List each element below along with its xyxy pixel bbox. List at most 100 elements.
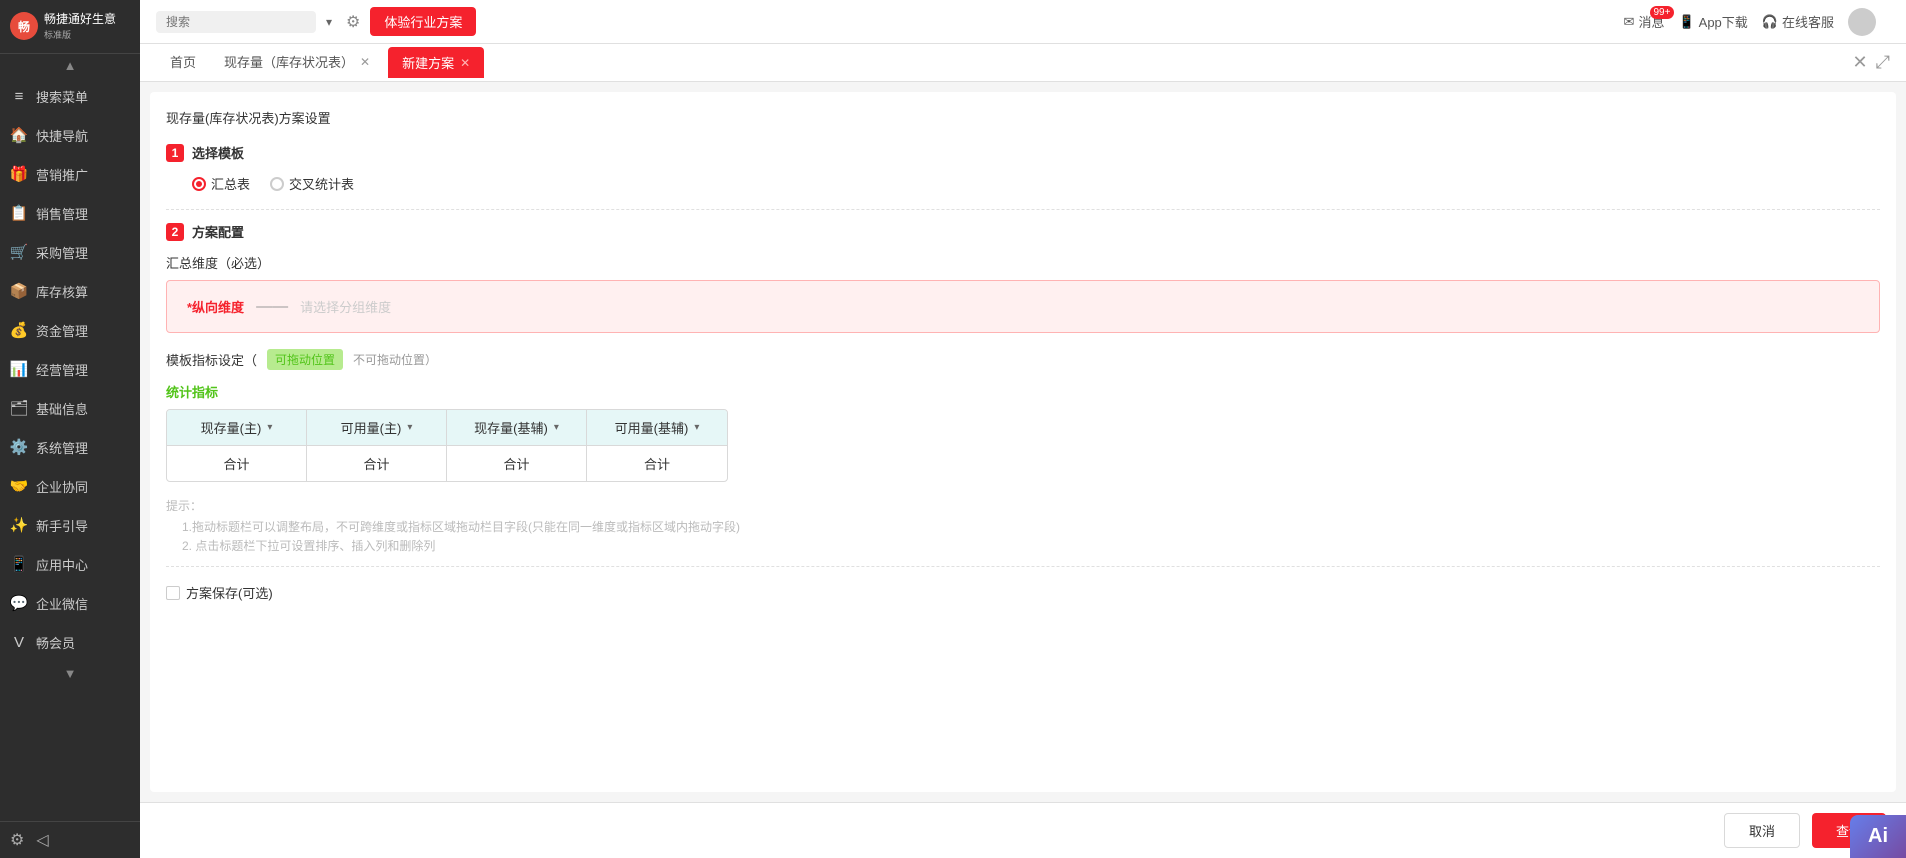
sidebar-item-sales[interactable]: 📋 销售管理 <box>0 194 140 233</box>
sidebar-item-marketing[interactable]: 🎁 营销推广 <box>0 155 140 194</box>
speaker-icon[interactable]: ◁ <box>36 830 48 850</box>
search-menu-icon: ≡ <box>10 87 28 105</box>
trial-button[interactable]: 体验行业方案 <box>370 7 476 36</box>
sys-admin-icon: ⚙️ <box>10 438 28 456</box>
operations-icon: 📊 <box>10 360 28 378</box>
avatar <box>1848 8 1876 36</box>
tips-item-2: 2. 点击标题栏下拉可设置排序、插入列和删除列 <box>182 537 1880 554</box>
stats-col3-dropdown-icon[interactable]: ▾ <box>554 422 559 433</box>
option-cross[interactable]: 交叉统计表 <box>270 174 354 193</box>
sidebar-item-purchase[interactable]: 🛒 采购管理 <box>0 233 140 272</box>
save-option: 方案保存(可选) <box>166 583 1880 602</box>
app-name: 畅捷通好生意 <box>44 12 116 28</box>
sidebar-item-quick-nav-label: 快捷导航 <box>36 126 88 145</box>
stats-cell-1-3: 合计 <box>447 445 587 481</box>
window-close-btn[interactable]: ✕ <box>1853 52 1868 73</box>
sidebar-item-search-label: 搜索菜单 <box>36 87 88 106</box>
stats-col2-dropdown-icon[interactable]: ▾ <box>407 422 412 433</box>
app-icon: 📱 <box>1678 14 1694 30</box>
window-expand-btn[interactable]: ⤢ <box>1876 52 1890 73</box>
ai-badge[interactable]: Ai <box>1850 815 1906 858</box>
tab-new-plan[interactable]: 新建方案 ✕ <box>388 47 484 78</box>
sidebar-item-operations[interactable]: 📊 经营管理 <box>0 350 140 389</box>
tab-inventory-status[interactable]: 现存量（库存状况表） ✕ <box>210 44 384 81</box>
tips-section: 提示： 1.拖动标题栏可以调整布局，不可跨维度或指标区域拖动栏目字段(只能在同一… <box>166 497 1880 554</box>
tab-inventory-label: 现存量（库存状况表） <box>224 52 354 71</box>
topbar-dropdown-btn[interactable]: ▾ <box>326 15 332 29</box>
stats-col1-dropdown-icon[interactable]: ▾ <box>267 422 272 433</box>
save-option-label: 方案保存(可选) <box>186 583 273 602</box>
indicator-settings: 模板指标设定（ 可拖动位置 不可拖动位置） <box>166 349 1880 370</box>
guide-icon: ✨ <box>10 516 28 534</box>
stats-col2-header[interactable]: 可用量(主) ▾ <box>307 410 447 445</box>
step1-num: 1 <box>166 144 184 162</box>
step2-section: 2 方案配置 汇总维度（必选） *纵向维度 —— 请选择分组维度 模板指标设定（… <box>166 222 1880 554</box>
scroll-down-btn[interactable]: ▼ <box>0 662 140 685</box>
sidebar-item-wechat[interactable]: 💬 企业微信 <box>0 584 140 623</box>
app-logo: 畅 畅捷通好生意 标准版 <box>0 0 140 54</box>
tab-home[interactable]: 首页 <box>156 44 210 81</box>
stats-label: 统计指标 <box>166 382 1880 401</box>
scroll-up-btn[interactable]: ▲ <box>0 54 140 77</box>
stats-col2-label: 可用量(主) <box>341 418 402 437</box>
tab-new-plan-close-icon[interactable]: ✕ <box>460 56 470 70</box>
sidebar-item-inventory[interactable]: 📦 库存核算 <box>0 272 140 311</box>
sidebar-item-membership[interactable]: V 畅会员 <box>0 623 140 662</box>
topbar-gear-icon[interactable]: ⚙ <box>346 12 360 32</box>
stats-col4-label: 可用量(基辅) <box>615 418 689 437</box>
topbar-app-btn[interactable]: 📱 App下载 <box>1678 12 1747 31</box>
logo-text-group: 畅捷通好生意 标准版 <box>44 12 116 41</box>
settings-icon[interactable]: ⚙ <box>10 830 24 850</box>
sidebar-item-base-info-label: 基础信息 <box>36 399 88 418</box>
option-summary[interactable]: 汇总表 <box>192 174 250 193</box>
marketing-icon: 🎁 <box>10 165 28 183</box>
stats-col3-label: 现存量(基辅) <box>474 418 548 437</box>
save-checkbox[interactable] <box>166 586 180 600</box>
stats-cell-1-1: 合计 <box>167 445 307 481</box>
tab-new-plan-label: 新建方案 <box>402 53 454 72</box>
sidebar-item-collab[interactable]: 🤝 企业协同 <box>0 467 140 506</box>
sidebar-item-sales-label: 销售管理 <box>36 204 88 223</box>
quick-nav-icon: 🏠 <box>10 126 28 144</box>
stats-cell-1-2: 合计 <box>307 445 447 481</box>
message-badge: 99+ <box>1650 6 1675 19</box>
topbar-message-btn[interactable]: ✉ 消息 99+ <box>1624 12 1665 31</box>
sidebar-item-base-info[interactable]: 🗂 基础信息 <box>0 389 140 428</box>
sales-icon: 📋 <box>10 204 28 222</box>
tab-inventory-close-icon[interactable]: ✕ <box>360 55 370 69</box>
stats-cell-1-4: 合计 <box>587 445 727 481</box>
topbar-search-input[interactable] <box>156 11 316 33</box>
stats-col1-header[interactable]: 现存量(主) ▾ <box>167 410 307 445</box>
stats-col3-header[interactable]: 现存量(基辅) ▾ <box>447 410 587 445</box>
sidebar-item-app-center[interactable]: 📱 应用中心 <box>0 545 140 584</box>
radio-summary-circle <box>192 177 206 191</box>
sidebar-item-collab-label: 企业协同 <box>36 477 88 496</box>
stats-col4-header[interactable]: 可用量(基辅) ▾ <box>587 410 727 445</box>
message-icon: ✉ <box>1624 14 1635 30</box>
topbar-service-btn[interactable]: 🎧 在线客服 <box>1762 12 1834 31</box>
sidebar-item-search-menu[interactable]: ≡ 搜索菜单 <box>0 77 140 116</box>
stats-section: 统计指标 现存量(主) ▾ 可用量(主) ▾ <box>166 382 1880 485</box>
sidebar-item-finance[interactable]: 💰 资金管理 <box>0 311 140 350</box>
required-field-label: *纵向维度 <box>187 297 244 316</box>
app-label: App下载 <box>1699 12 1748 31</box>
cancel-button[interactable]: 取消 <box>1724 813 1800 848</box>
sidebar-item-sys-admin-label: 系统管理 <box>36 438 88 457</box>
sidebar-item-purchase-label: 采购管理 <box>36 243 88 262</box>
footer-bar: 取消 查询 <box>140 802 1906 858</box>
sidebar-item-quick-nav[interactable]: 🏠 快捷导航 <box>0 116 140 155</box>
stats-col4-dropdown-icon[interactable]: ▾ <box>694 422 699 433</box>
radio-summary-dot <box>196 181 202 187</box>
step1-header: 1 选择模板 <box>166 143 1880 162</box>
topbar: ▾ ⚙ 体验行业方案 ✉ 消息 99+ 📱 App下载 🎧 在线客服 <box>140 0 1906 44</box>
collab-icon: 🤝 <box>10 477 28 495</box>
sidebar-item-membership-label: 畅会员 <box>36 633 75 652</box>
sidebar-item-sys-admin[interactable]: ⚙️ 系统管理 <box>0 428 140 467</box>
sidebar-item-guide[interactable]: ✨ 新手引导 <box>0 506 140 545</box>
step2-header: 2 方案配置 <box>166 222 1880 241</box>
option-cross-label: 交叉统计表 <box>289 174 354 193</box>
dimension-area[interactable]: *纵向维度 —— 请选择分组维度 <box>166 280 1880 333</box>
step2-label: 方案配置 <box>192 222 244 241</box>
tips-item-1: 1.拖动标题栏可以调整布局，不可跨维度或指标区域拖动栏目字段(只能在同一维度或指… <box>182 518 1880 535</box>
field-placeholder: 请选择分组维度 <box>300 297 391 316</box>
